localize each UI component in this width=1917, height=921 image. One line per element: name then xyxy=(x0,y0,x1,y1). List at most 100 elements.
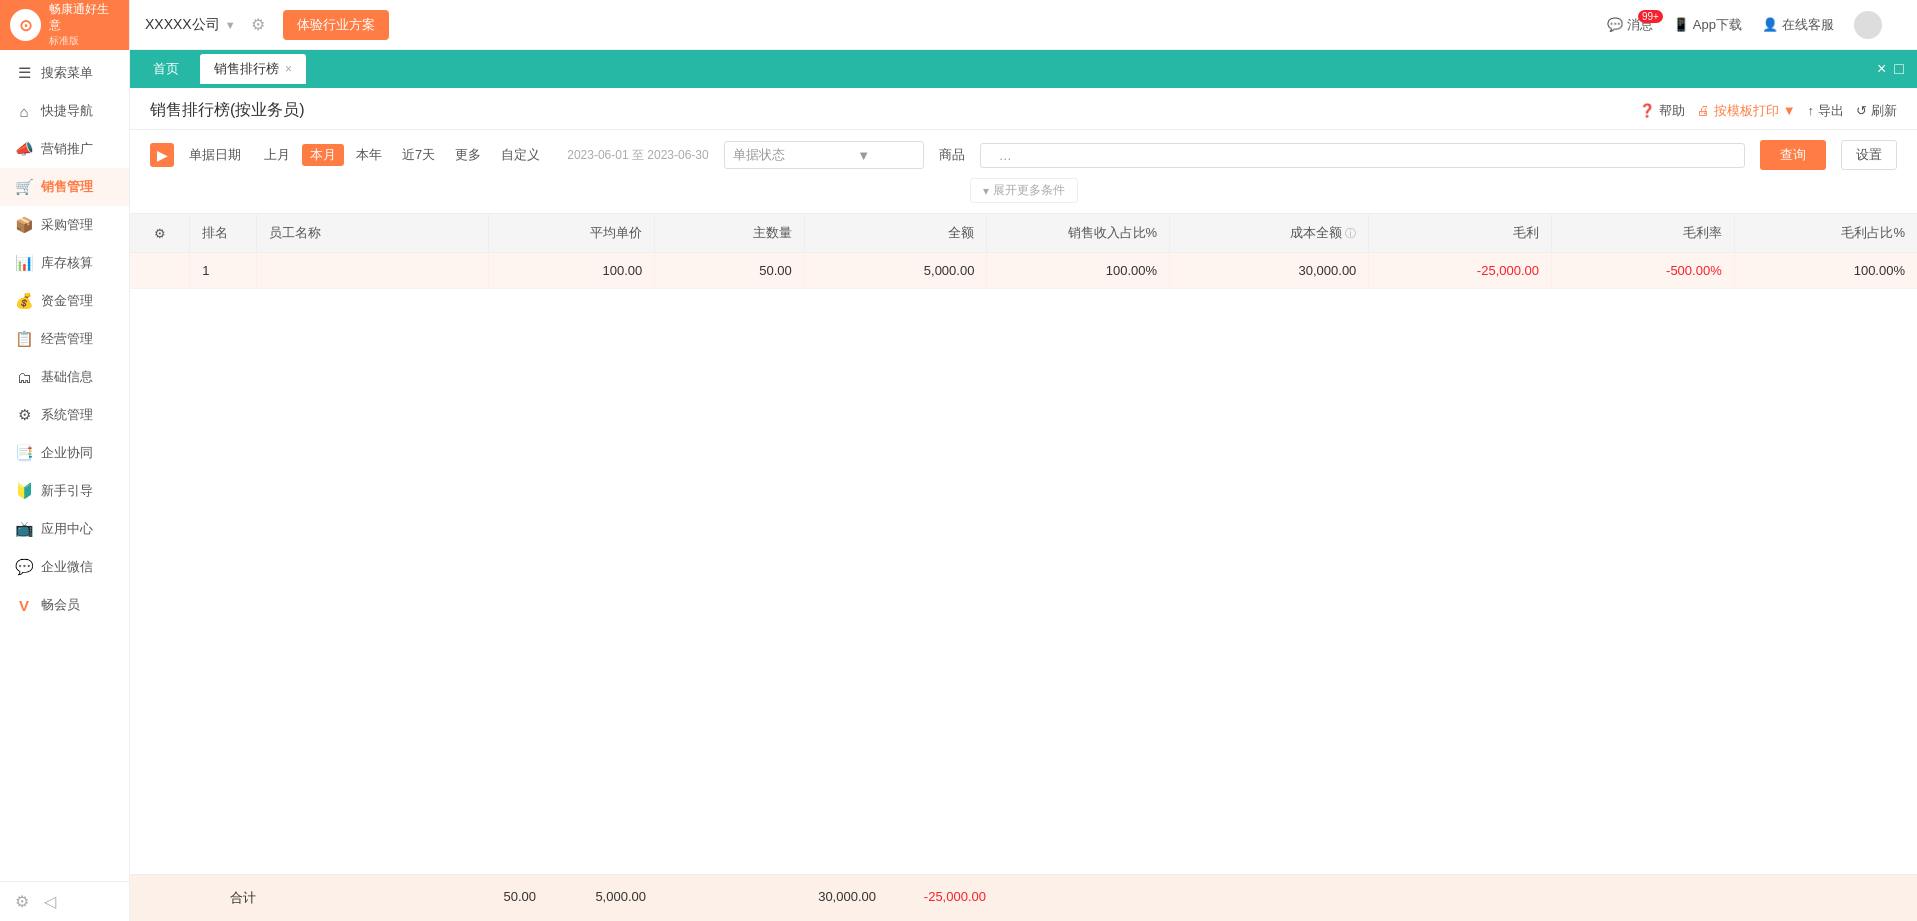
date-range-text: 2023-06-01 至 2023-06-30 xyxy=(567,147,708,164)
status-filter[interactable]: 单据状态 ▼ xyxy=(724,141,924,169)
th-gross-pct: 毛利占比% xyxy=(1734,214,1917,253)
main-table: ⚙ 排名 员工名称 平均单价 主数量 全额 销售收入占比% 成本全额 ⓘ 毛利 … xyxy=(130,214,1917,289)
sidebar-item-search-orders[interactable]: ☰ 搜索菜单 xyxy=(0,54,129,92)
th-sales-pct: 销售收入占比% xyxy=(987,214,1170,253)
enterprise-wechat-icon: 💬 xyxy=(15,558,33,576)
sidebar-collapse-icon[interactable]: ◁ xyxy=(44,892,56,911)
search-orders-icon: ☰ xyxy=(15,64,33,82)
date-tab-more[interactable]: 更多 xyxy=(447,144,489,166)
sidebar-item-member[interactable]: V 畅会员 xyxy=(0,586,129,624)
sidebar-item-new-guide[interactable]: 🔰 新手引导 xyxy=(0,472,129,510)
logo-text-wrap: 畅康通好生意 标准版 xyxy=(49,2,119,47)
sidebar-item-label: 库存核算 xyxy=(41,254,93,272)
filter-toggle-btn[interactable]: ▶ xyxy=(150,143,174,167)
sidebar: ⊙ 畅康通好生意 标准版 ☰ 搜索菜单 ⌂ 快捷导航 📣 营销推广 🛒 销售管理… xyxy=(0,0,130,921)
sidebar-item-operations[interactable]: 📋 经营管理 xyxy=(0,320,129,358)
message-btn[interactable]: 💬 消息 99+ xyxy=(1607,16,1653,34)
sidebar-item-inventory[interactable]: 📊 库存核算 xyxy=(0,244,129,282)
td-cost: 30,000.00 xyxy=(1170,253,1369,289)
date-tab-last-month[interactable]: 上月 xyxy=(256,144,298,166)
sidebar-item-app-center[interactable]: 📺 应用中心 xyxy=(0,510,129,548)
inventory-icon: 📊 xyxy=(15,254,33,272)
enterprise-collab-icon: 📑 xyxy=(15,444,33,462)
status-dropdown-icon: ▼ xyxy=(857,148,914,163)
table-header-row: ⚙ 排名 员工名称 平均单价 主数量 全额 销售收入占比% 成本全额 ⓘ 毛利 … xyxy=(130,214,1917,253)
td-qty: 50.00 xyxy=(655,253,804,289)
tab-home[interactable]: 首页 xyxy=(135,52,197,86)
footer-gross-pct xyxy=(1108,885,1218,911)
tab-window-close-btn[interactable]: × xyxy=(1877,60,1886,78)
goods-filter[interactable]: … xyxy=(980,143,1745,168)
logo-subtitle: 标准版 xyxy=(49,34,119,48)
export-btn[interactable]: ↑ 导出 xyxy=(1808,102,1845,120)
table-row: 1 100.00 50.00 5,000.00 100.00% 30,000.0… xyxy=(130,253,1917,289)
td-gross-pct: 100.00% xyxy=(1734,253,1917,289)
tabbar: 首页 销售排行榜 × × □ xyxy=(130,50,1917,88)
company-dropdown-icon: ▼ xyxy=(225,19,236,31)
online-service-btn[interactable]: 👤 在线客服 xyxy=(1762,16,1834,34)
app-download-btn[interactable]: 📱 App下载 xyxy=(1673,16,1742,34)
purchase-icon: 📦 xyxy=(15,216,33,234)
expand-btn[interactable]: ▾ 展开更多条件 xyxy=(970,178,1078,203)
date-tab-custom[interactable]: 自定义 xyxy=(493,144,548,166)
filter-row: ▶ 单据日期 上月 本月 本年 近7天 更多 自定义 2023-06-01 至 … xyxy=(150,140,1897,170)
table-wrap[interactable]: ⚙ 排名 员工名称 平均单价 主数量 全额 销售收入占比% 成本全额 ⓘ 毛利 … xyxy=(130,214,1917,874)
page-content: 销售排行榜(按业务员) ❓ 帮助 🖨 按模板打印 ▼ ↑ 导出 ↺ 刷新 xyxy=(130,88,1917,921)
sidebar-item-label: 营销推广 xyxy=(41,140,93,158)
topbar-gear-icon[interactable]: ⚙ xyxy=(251,15,265,34)
goods-more-icon[interactable]: … xyxy=(999,148,1012,163)
print-icon: 🖨 xyxy=(1697,103,1710,118)
date-tab-7days[interactable]: 近7天 xyxy=(394,144,443,166)
tab-close-icon[interactable]: × xyxy=(285,62,292,76)
tab-home-label: 首页 xyxy=(153,61,179,76)
company-name: XXXXX公司 xyxy=(145,16,220,34)
th-qty: 主数量 xyxy=(655,214,804,253)
print-btn[interactable]: 🖨 按模板打印 ▼ xyxy=(1697,102,1796,120)
sidebar-item-enterprise-collab[interactable]: 📑 企业协同 xyxy=(0,434,129,472)
sidebar-item-finance[interactable]: 💰 资金管理 xyxy=(0,282,129,320)
sidebar-item-enterprise-wechat[interactable]: 💬 企业微信 xyxy=(0,548,129,586)
sidebar-item-marketing[interactable]: 📣 营销推广 xyxy=(0,130,129,168)
query-btn[interactable]: 查询 xyxy=(1760,140,1826,170)
refresh-btn[interactable]: ↺ 刷新 xyxy=(1856,102,1897,120)
tab-window-maximize-btn[interactable]: □ xyxy=(1894,60,1904,78)
footer-gross: -25,000.00 xyxy=(888,885,998,911)
page-header: 销售排行榜(按业务员) ❓ 帮助 🖨 按模板打印 ▼ ↑ 导出 ↺ 刷新 xyxy=(130,88,1917,130)
sidebar-item-label: 系统管理 xyxy=(41,406,93,424)
date-tab-this-year[interactable]: 本年 xyxy=(348,144,390,166)
td-gross: -25,000.00 xyxy=(1369,253,1552,289)
setting-btn[interactable]: 设置 xyxy=(1841,140,1897,170)
sidebar-item-quick-nav[interactable]: ⌂ 快捷导航 xyxy=(0,92,129,130)
footer-label: 合计 xyxy=(218,885,358,911)
sidebar-item-basic-info[interactable]: 🗂 基础信息 xyxy=(0,358,129,396)
sidebar-settings-icon[interactable]: ⚙ xyxy=(15,892,29,911)
footer-settings-cell xyxy=(142,885,178,911)
th-gross: 毛利 xyxy=(1369,214,1552,253)
date-tab-this-month[interactable]: 本月 xyxy=(302,144,344,166)
refresh-label: 刷新 xyxy=(1871,102,1897,120)
help-label: 帮助 xyxy=(1659,102,1685,120)
cost-info-icon: ⓘ xyxy=(1345,227,1356,239)
sidebar-item-purchase[interactable]: 📦 采购管理 xyxy=(0,206,129,244)
footer-gross-rate xyxy=(998,885,1108,911)
footer-sales-pct xyxy=(658,885,768,911)
th-gross-rate: 毛利率 xyxy=(1552,214,1735,253)
footer-rank-cell xyxy=(178,885,218,911)
avatar[interactable] xyxy=(1854,11,1882,39)
th-settings[interactable]: ⚙ xyxy=(130,214,190,253)
sidebar-item-sales[interactable]: 🛒 销售管理 xyxy=(0,168,129,206)
sidebar-item-label: 企业微信 xyxy=(41,558,93,576)
expand-chevron-icon: ▾ xyxy=(983,184,989,198)
help-icon: ❓ xyxy=(1639,103,1655,118)
help-btn[interactable]: ❓ 帮助 xyxy=(1639,102,1685,120)
sidebar-item-system[interactable]: ⚙ 系统管理 xyxy=(0,396,129,434)
tab-sales-ranking[interactable]: 销售排行榜 × xyxy=(200,54,306,84)
sidebar-item-label: 畅会员 xyxy=(41,596,80,614)
footer-cost: 30,000.00 xyxy=(768,885,888,911)
sidebar-item-label: 新手引导 xyxy=(41,482,93,500)
operations-icon: 📋 xyxy=(15,330,33,348)
company-selector[interactable]: XXXXX公司 ▼ xyxy=(145,16,236,34)
page-title: 销售排行榜(按业务员) xyxy=(150,100,305,121)
footer-total: 5,000.00 xyxy=(548,885,658,911)
trial-btn[interactable]: 体验行业方案 xyxy=(283,10,389,40)
